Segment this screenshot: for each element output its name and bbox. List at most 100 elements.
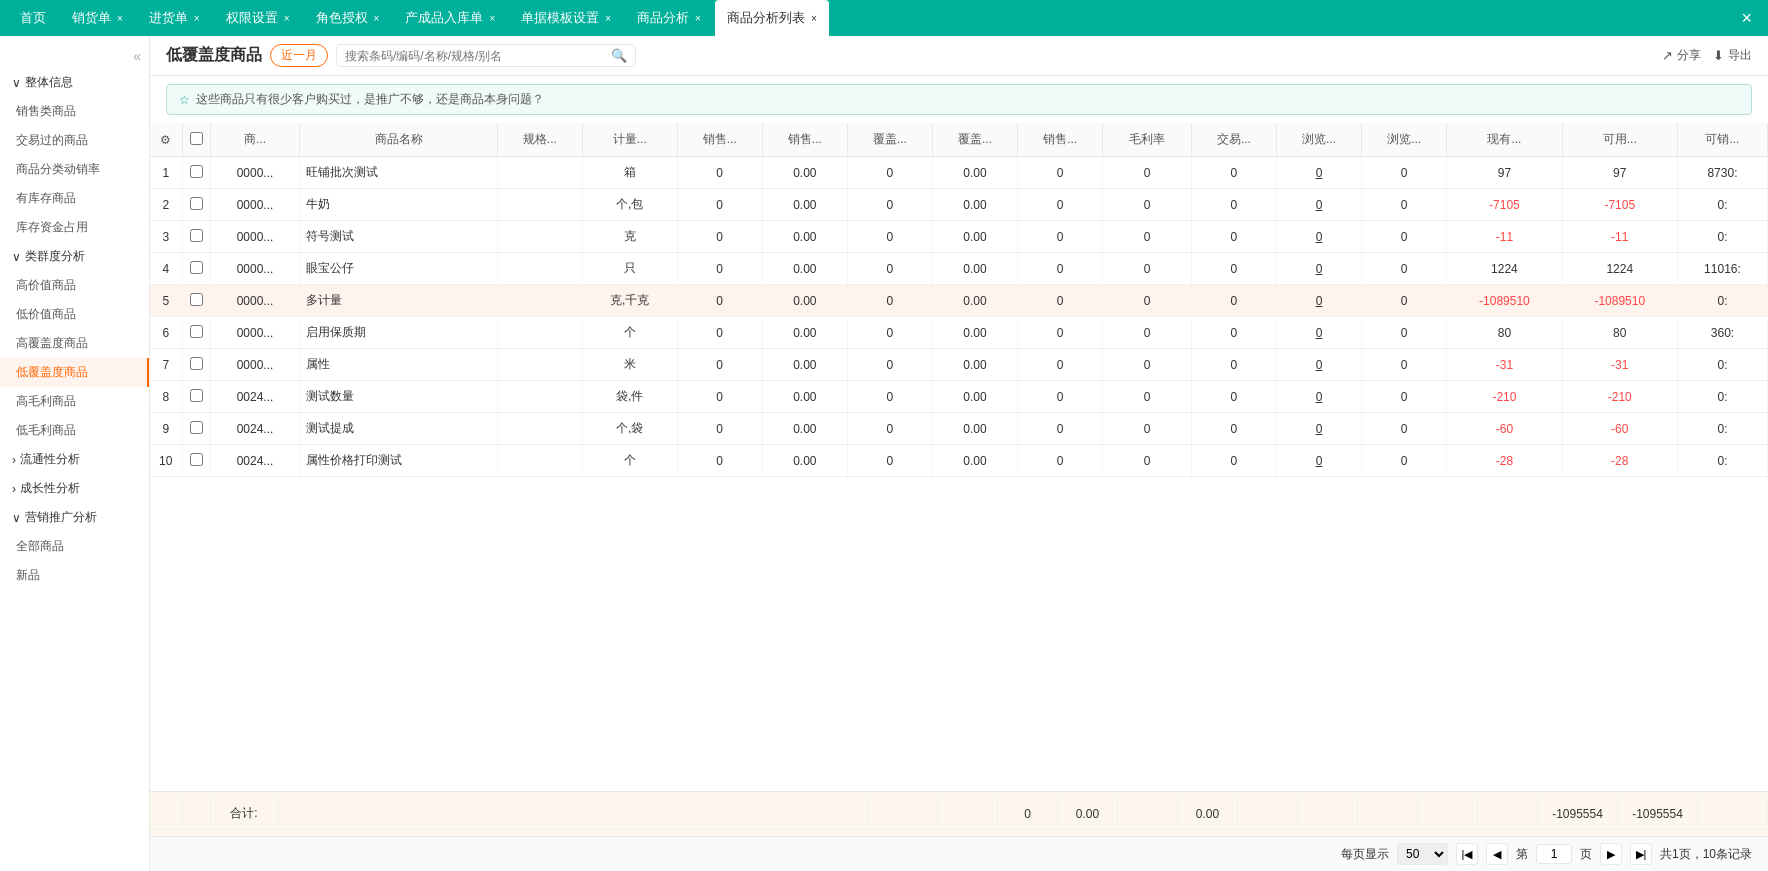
sidebar-section-cluster[interactable]: ∨ 类群度分析: [0, 242, 149, 271]
close-icon[interactable]: ×: [489, 13, 495, 24]
search-box: 🔍: [336, 44, 636, 67]
share-button[interactable]: ↗ 分享: [1662, 47, 1701, 64]
close-icon[interactable]: ×: [117, 13, 123, 24]
chevron-down-icon: ∨: [12, 511, 21, 525]
search-icon[interactable]: 🔍: [611, 48, 627, 63]
totals-sales-amount: 0.00: [1058, 798, 1118, 830]
sidebar-item-low-coverage[interactable]: 低覆盖度商品: [0, 358, 149, 387]
close-icon[interactable]: ×: [605, 13, 611, 24]
sidebar-item-sales-goods[interactable]: 销售类商品: [0, 97, 149, 126]
page-next-button[interactable]: ▶: [1600, 843, 1622, 865]
row-coverage2: 0.00: [932, 157, 1017, 189]
row-code: 0024...: [210, 413, 300, 445]
row-sellable: 11016:: [1677, 253, 1767, 285]
chevron-right-icon: ›: [12, 453, 16, 467]
nav-item-home[interactable]: 首页: [8, 0, 58, 36]
nav-item-analysis[interactable]: 商品分析 ×: [625, 0, 713, 36]
page-last-button[interactable]: ▶|: [1630, 843, 1652, 865]
close-icon[interactable]: ×: [374, 13, 380, 24]
page-prev-button[interactable]: ◀: [1486, 843, 1508, 865]
sidebar-item-low-margin[interactable]: 低毛利商品: [0, 416, 149, 445]
sidebar-item-category-rate[interactable]: 商品分类动销率: [0, 155, 149, 184]
sidebar-section-marketing[interactable]: ∨ 营销推广分析: [0, 503, 149, 532]
row-num: 10: [150, 445, 182, 477]
row-sellable: 0:: [1677, 221, 1767, 253]
sidebar-item-stock-capital[interactable]: 库存资金占用: [0, 213, 149, 242]
row-checkbox[interactable]: [182, 285, 210, 317]
totals-coverage2: 0.00: [1178, 798, 1238, 830]
row-browse1[interactable]: 0: [1277, 317, 1362, 349]
row-spec: [497, 413, 582, 445]
col-code: 商...: [210, 123, 300, 157]
page-label-pre: 第: [1516, 846, 1528, 863]
row-trade: 0: [1191, 253, 1276, 285]
close-icon[interactable]: ×: [695, 13, 701, 24]
filter-recent-button[interactable]: 近一月: [270, 44, 328, 67]
row-coverage2: 0.00: [932, 285, 1017, 317]
window-close-button[interactable]: ×: [1733, 8, 1760, 29]
row-checkbox[interactable]: [182, 157, 210, 189]
nav-item-permissions[interactable]: 权限设置 ×: [214, 0, 302, 36]
nav-item-roles[interactable]: 角色授权 ×: [304, 0, 392, 36]
row-checkbox[interactable]: [182, 221, 210, 253]
nav-item-purchase[interactable]: 进货单 ×: [137, 0, 212, 36]
row-browse1[interactable]: 0: [1277, 253, 1362, 285]
row-coverage2: 0.00: [932, 413, 1017, 445]
page-number-input[interactable]: [1536, 844, 1572, 864]
close-icon[interactable]: ×: [811, 13, 817, 24]
page-title: 低覆盖度商品: [166, 45, 262, 66]
row-spec: [497, 221, 582, 253]
nav-item-template[interactable]: 单据模板设置 ×: [509, 0, 623, 36]
sidebar-item-all-goods[interactable]: 全部商品: [0, 532, 149, 561]
row-sellable: 0:: [1677, 285, 1767, 317]
select-all-checkbox[interactable]: [190, 132, 203, 145]
export-button[interactable]: ⬇ 导出: [1713, 47, 1752, 64]
row-browse1[interactable]: 0: [1277, 445, 1362, 477]
close-icon[interactable]: ×: [194, 13, 200, 24]
row-checkbox[interactable]: [182, 445, 210, 477]
row-name: 属性: [300, 349, 497, 381]
sidebar-item-high-value[interactable]: 高价值商品: [0, 271, 149, 300]
row-checkbox[interactable]: [182, 317, 210, 349]
page-first-button[interactable]: |◀: [1456, 843, 1478, 865]
row-checkbox[interactable]: [182, 189, 210, 221]
sidebar-section-overall[interactable]: ∨ 整体信息: [0, 68, 149, 97]
row-checkbox[interactable]: [182, 349, 210, 381]
sidebar-item-traded-goods[interactable]: 交易过的商品: [0, 126, 149, 155]
row-checkbox[interactable]: [182, 381, 210, 413]
row-browse1[interactable]: 0: [1277, 221, 1362, 253]
col-settings[interactable]: ⚙: [150, 123, 182, 157]
row-gross-margin: 0: [1103, 349, 1192, 381]
close-icon[interactable]: ×: [284, 13, 290, 24]
row-browse1[interactable]: 0: [1277, 349, 1362, 381]
sidebar-item-new-goods[interactable]: 新品: [0, 561, 149, 590]
sidebar-collapse-button[interactable]: «: [0, 44, 149, 68]
sidebar-item-high-margin[interactable]: 高毛利商品: [0, 387, 149, 416]
row-coverage2: 0.00: [932, 349, 1017, 381]
row-checkbox[interactable]: [182, 253, 210, 285]
row-browse1[interactable]: 0: [1277, 189, 1362, 221]
search-input[interactable]: [345, 49, 607, 63]
nav-item-products[interactable]: 产成品入库单 ×: [393, 0, 507, 36]
row-sales3: 0: [1018, 381, 1103, 413]
sidebar-item-high-coverage[interactable]: 高覆盖度商品: [0, 329, 149, 358]
row-coverage2: 0.00: [932, 381, 1017, 413]
sidebar-item-stocked-goods[interactable]: 有库存商品: [0, 184, 149, 213]
table-row: 5 0000... 多计量 克,千克 0 0.00 0 0.00 0 0 0 0…: [150, 285, 1768, 317]
sidebar-section-growth[interactable]: › 成长性分析: [0, 474, 149, 503]
row-current-stock: -1089510: [1447, 285, 1562, 317]
sidebar-section-circulation[interactable]: › 流通性分析: [0, 445, 149, 474]
row-browse1[interactable]: 0: [1277, 413, 1362, 445]
nav-item-analysis-list[interactable]: 商品分析列表 ×: [715, 0, 829, 36]
row-unit: 个,袋: [582, 413, 677, 445]
row-browse1[interactable]: 0: [1277, 381, 1362, 413]
col-checkbox[interactable]: [182, 123, 210, 157]
row-checkbox[interactable]: [182, 413, 210, 445]
sidebar-item-low-value[interactable]: 低价值商品: [0, 300, 149, 329]
row-browse1[interactable]: 0: [1277, 285, 1362, 317]
col-coverage1: 覆盖...: [847, 123, 932, 157]
per-page-select[interactable]: 50 10 20 100: [1397, 843, 1448, 865]
nav-item-sales[interactable]: 销货单 ×: [60, 0, 135, 36]
table-row: 7 0000... 属性 米 0 0.00 0 0.00 0 0 0 0 0 -…: [150, 349, 1768, 381]
row-browse1[interactable]: 0: [1277, 157, 1362, 189]
